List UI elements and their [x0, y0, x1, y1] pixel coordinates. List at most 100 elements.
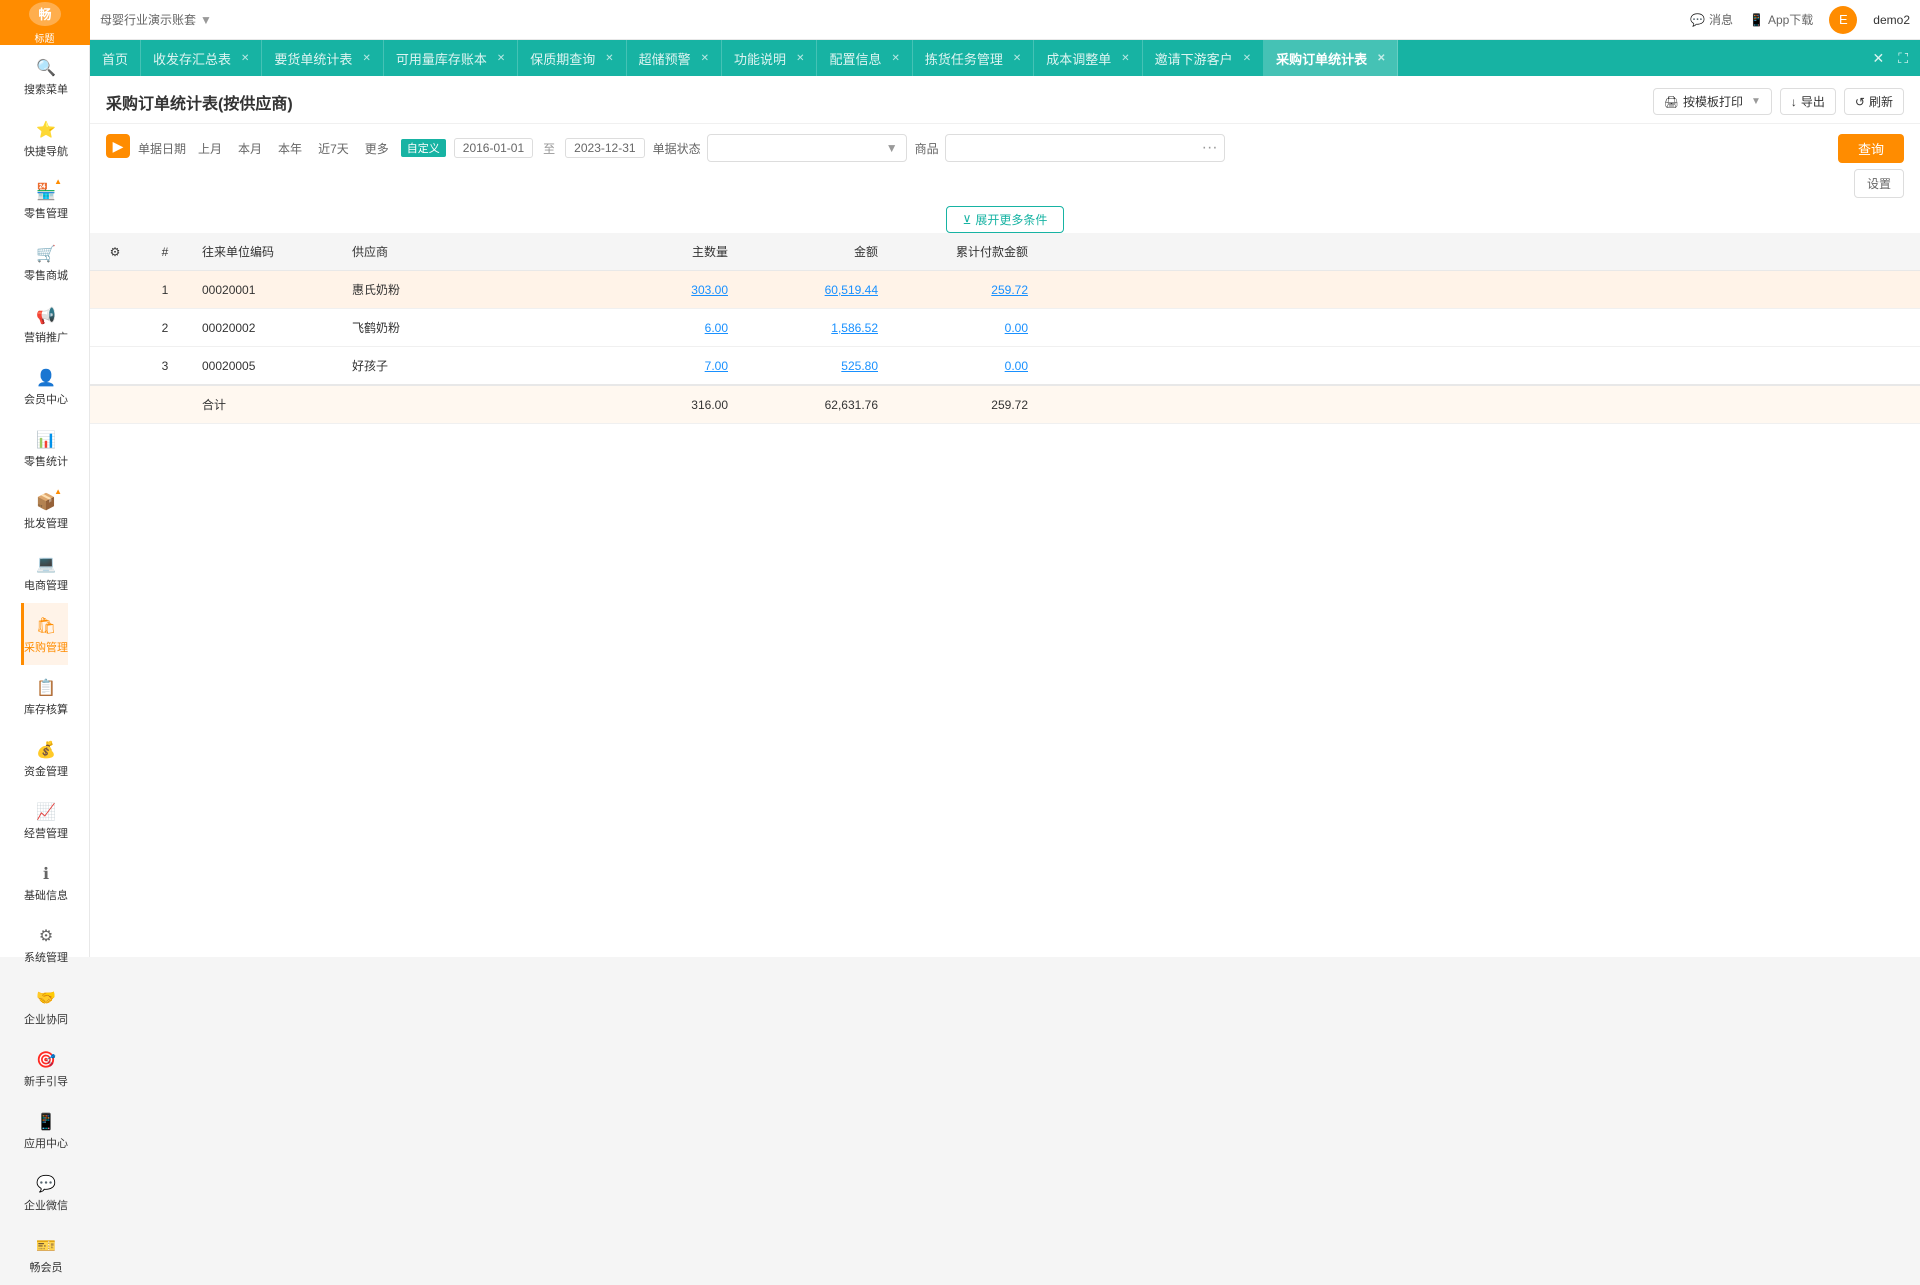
nav-tab-config-info[interactable]: 配置信息✕ — [817, 40, 912, 76]
custom-date-tag: 自定义 — [401, 139, 446, 157]
topbar-message[interactable]: 💬 消息 — [1690, 11, 1733, 28]
sidebar-item-marketing[interactable]: 📢营销推广 — [21, 293, 68, 355]
export-button[interactable]: ↓ 导出 — [1780, 88, 1836, 115]
date-to[interactable]: 2023-12-31 — [565, 138, 644, 158]
sidebar-icon-wholesale-mgmt: 📦 — [36, 492, 56, 512]
filter-toggle-button[interactable]: ▶ — [106, 134, 130, 158]
footer-paid: 259.72 — [890, 385, 1040, 424]
tab-close-purchase-summary[interactable]: ✕ — [1377, 53, 1385, 64]
sidebar-item-member[interactable]: 🎫畅会员 — [21, 1223, 68, 1285]
cell-amount-2[interactable]: 525.80 — [740, 347, 890, 386]
cell-qty-2[interactable]: 7.00 — [590, 347, 740, 386]
tab-close-pick-task[interactable]: ✕ — [1013, 53, 1021, 64]
sidebar-item-basic-info[interactable]: ℹ基础信息 — [21, 851, 68, 913]
table-row: 2 00020002 飞鹤奶粉 6.00 1,586.52 0.00 — [90, 309, 1920, 347]
username-label[interactable]: demo2 — [1873, 13, 1910, 27]
sidebar-item-wholesale-mgmt[interactable]: 📦 批发管理 — [21, 479, 68, 541]
expand-more-button[interactable]: ⊻ 展开更多条件 — [946, 206, 1065, 233]
nav-tab-cost-adjust[interactable]: 成本调整单✕ — [1034, 40, 1142, 76]
shortcut-7days[interactable]: 近7天 — [312, 138, 355, 159]
sidebar-item-new-guide[interactable]: 🎯新手引导 — [21, 1037, 68, 1099]
sidebar-item-retail-mgmt[interactable]: 🏪零售管理 — [21, 169, 68, 231]
app-logo[interactable]: 畅 标题 — [0, 0, 90, 45]
date-shortcuts: 上月 本月 本年 近7天 更多 — [192, 138, 395, 159]
tab-label-overstock-alert: 超储预警 — [639, 49, 691, 68]
sidebar-label-finance: 资金管理 — [24, 763, 68, 779]
sidebar-icon-operations: 📈 — [36, 802, 56, 822]
col-header-settings[interactable]: ⚙ — [90, 233, 140, 271]
tab-close-inventory-book[interactable]: ✕ — [497, 53, 505, 64]
shortcut-this-year[interactable]: 本年 — [272, 138, 308, 159]
cell-supplier-1: 飞鹤奶粉 — [340, 309, 590, 347]
shortcut-more[interactable]: 更多 — [359, 138, 395, 159]
nav-tab-receive-summary[interactable]: 收发存汇总表✕ — [141, 40, 262, 76]
filter-toggle-icon: ▶ — [113, 138, 124, 155]
nav-tab-order-summary[interactable]: 要货单统计表✕ — [262, 40, 383, 76]
cell-paid-1[interactable]: 0.00 — [890, 309, 1040, 347]
tab-close-func-desc[interactable]: ✕ — [796, 53, 804, 64]
nav-tab-func-desc[interactable]: 功能说明✕ — [722, 40, 817, 76]
sidebar-item-member-center[interactable]: 👤会员中心 — [21, 355, 68, 417]
close-tab-icon[interactable]: ✕ — [1868, 48, 1888, 69]
nav-tab-pick-task[interactable]: 拣货任务管理✕ — [913, 40, 1034, 76]
sidebar-item-retail-shop[interactable]: 🛒零售商城 — [21, 231, 68, 293]
sidebar-label-retail-mgmt: 零售管理 — [24, 205, 68, 221]
nav-tab-home[interactable]: 首页 — [90, 40, 141, 76]
nav-tab-invite-downstream[interactable]: 邀请下游客户✕ — [1143, 40, 1264, 76]
cell-paid-0[interactable]: 259.72 — [890, 271, 1040, 309]
cell-paid-2[interactable]: 0.00 — [890, 347, 1040, 386]
tab-close-order-summary[interactable]: ✕ — [362, 53, 370, 64]
cell-extra-2 — [1040, 347, 1920, 386]
sidebar-item-inventory[interactable]: 📋库存核算 — [21, 665, 68, 727]
shortcut-this-month[interactable]: 本月 — [232, 138, 268, 159]
sidebar-item-finance[interactable]: 💰资金管理 — [21, 727, 68, 789]
tab-close-config-info[interactable]: ✕ — [891, 53, 899, 64]
svg-text:畅: 畅 — [38, 7, 51, 22]
sidebar-item-operations[interactable]: 📈经营管理 — [21, 789, 68, 851]
sidebar-label-wholesale-mgmt: 批发管理 — [24, 515, 68, 531]
cell-qty-1[interactable]: 6.00 — [590, 309, 740, 347]
cell-qty-0[interactable]: 303.00 — [590, 271, 740, 309]
sidebar-item-quick-nav[interactable]: ⭐快捷导航 — [21, 107, 68, 169]
breadcrumb-arrow[interactable]: ▼ — [200, 13, 212, 27]
nav-tab-overstock-alert[interactable]: 超储预警 ✕ — [627, 40, 722, 76]
topbar-app-download[interactable]: 📱 App下载 — [1749, 11, 1813, 28]
status-select[interactable]: ▼ — [707, 134, 907, 162]
cell-amount-0[interactable]: 60,519.44 — [740, 271, 890, 309]
tab-close-cost-adjust[interactable]: ✕ — [1121, 53, 1129, 64]
tab-label-inventory-book: 可用量库存账本 — [396, 49, 487, 68]
goods-more-dots[interactable]: ··· — [1196, 139, 1224, 157]
sidebar-item-app-center[interactable]: 📱应用中心 — [21, 1099, 68, 1161]
sidebar-item-enterprise[interactable]: 🤝企业协同 — [21, 975, 68, 1037]
nav-tab-purchase-summary[interactable]: 采购订单统计表✕ — [1264, 40, 1398, 76]
fullscreen-icon[interactable]: ⛶ — [1894, 48, 1912, 69]
sidebar-item-system-mgmt[interactable]: ⚙系统管理 — [21, 913, 68, 975]
nav-tab-expiry-query[interactable]: 保质期查询✕ — [518, 40, 626, 76]
cell-amount-1[interactable]: 1,586.52 — [740, 309, 890, 347]
col-header-num: # — [140, 233, 190, 271]
user-avatar[interactable]: E — [1829, 6, 1857, 34]
sidebar-item-ecommerce[interactable]: 💻电商管理 — [21, 541, 68, 603]
nav-tab-inventory-book[interactable]: 可用量库存账本 ✕ — [384, 40, 518, 76]
sidebar-item-retail-stats[interactable]: 📊零售统计 — [21, 417, 68, 479]
settings-icon[interactable]: ⚙ — [110, 245, 121, 259]
cell-code-2: 00020005 — [190, 347, 340, 386]
sidebar-label-retail-shop: 零售商城 — [24, 267, 68, 283]
sidebar-label-marketing: 营销推广 — [24, 329, 68, 345]
tab-close-receive-summary[interactable]: ✕ — [241, 53, 249, 64]
tab-close-overstock-alert[interactable]: ✕ — [701, 53, 709, 64]
expand-label: 展开更多条件 — [975, 211, 1047, 228]
goods-input[interactable] — [946, 141, 1196, 155]
sidebar-item-purchase-mgmt[interactable]: 🛍采购管理 — [21, 603, 68, 665]
print-button[interactable]: 🖨 按模板打印 ▼ — [1653, 88, 1772, 115]
tab-close-invite-downstream[interactable]: ✕ — [1243, 53, 1251, 64]
cell-num-2: 3 — [140, 347, 190, 386]
tab-close-expiry-query[interactable]: ✕ — [605, 53, 613, 64]
sidebar-item-search[interactable]: 🔍搜索菜单 — [21, 45, 68, 107]
filter-settings-button[interactable]: 设置 — [1854, 169, 1904, 198]
query-button[interactable]: 查询 — [1838, 134, 1904, 163]
shortcut-last-month[interactable]: 上月 — [192, 138, 228, 159]
refresh-button[interactable]: ↺ 刷新 — [1844, 88, 1904, 115]
sidebar-item-enterprise-wechat[interactable]: 💬企业微信 — [21, 1161, 68, 1223]
date-from[interactable]: 2016-01-01 — [454, 138, 533, 158]
